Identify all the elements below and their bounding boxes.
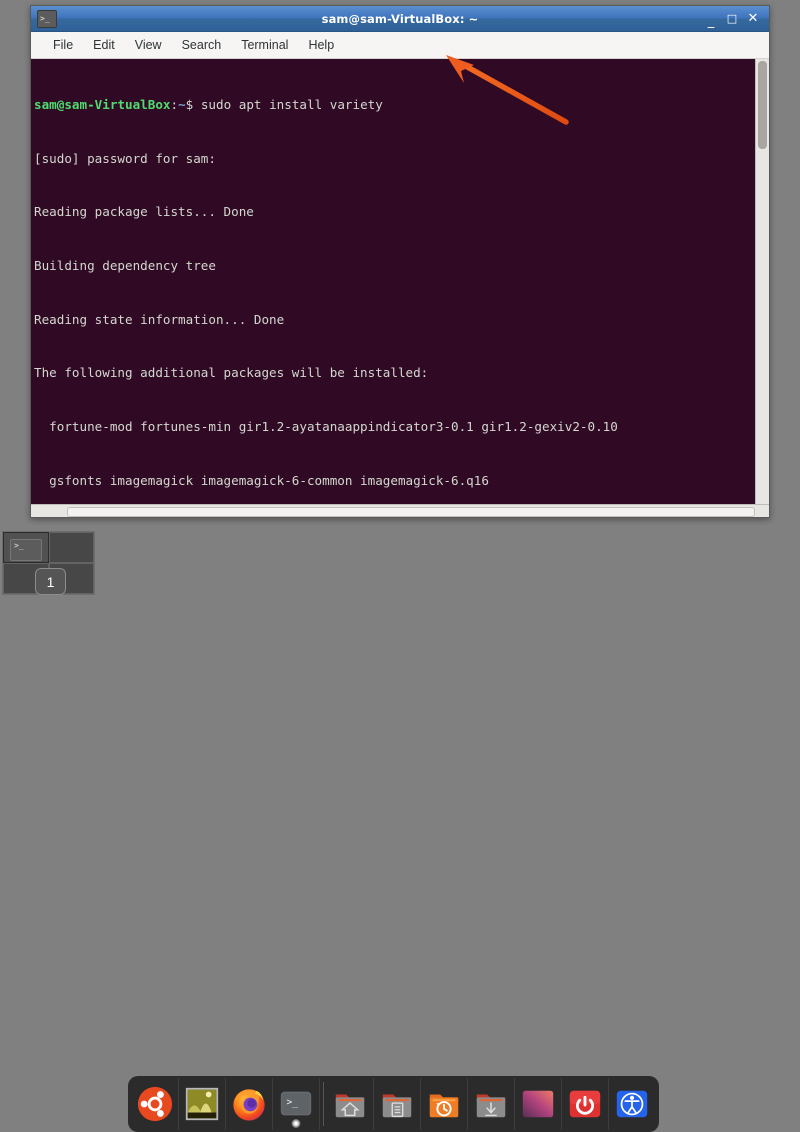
dock-item-power[interactable]: [562, 1078, 609, 1130]
image-thumbnail-icon: [185, 1087, 219, 1121]
terminal-command: sudo apt install variety: [193, 96, 383, 112]
workspace-number-badge: 1: [35, 568, 66, 595]
menu-item-view[interactable]: View: [125, 36, 172, 54]
accessibility-icon: [616, 1090, 648, 1118]
terminal-line: Reading package lists... Done: [34, 204, 254, 220]
menu-bar: File Edit View Search Terminal Help: [31, 32, 769, 59]
terminal-horizontal-scrollbar[interactable]: [31, 504, 769, 517]
power-icon: [569, 1090, 601, 1118]
terminal-line: Building dependency tree: [34, 257, 216, 273]
svg-text:>_: >_: [287, 1097, 299, 1108]
terminal-line: gsfonts imagemagick imagemagick-6-common…: [34, 472, 489, 488]
dock-item-terminal[interactable]: >_: [273, 1078, 320, 1130]
workspace-window-preview-terminal-icon: [10, 539, 42, 561]
prompt-user-host: sam@sam-VirtualBox: [34, 96, 171, 112]
prompt-path: ~: [178, 96, 186, 112]
workspace-2[interactable]: [48, 532, 94, 563]
terminal-vertical-scrollbar[interactable]: [755, 59, 769, 504]
scrollbar-thumb-horizontal[interactable]: [67, 507, 755, 517]
prompt-separator: :: [170, 96, 179, 112]
maximize-button[interactable]: □: [726, 12, 738, 25]
firefox-icon: [233, 1089, 265, 1121]
dock-separator: [323, 1082, 324, 1126]
menu-item-edit[interactable]: Edit: [83, 36, 125, 54]
terminal-output[interactable]: sam@sam-VirtualBox:~$ sudo apt install v…: [31, 59, 755, 504]
dock-item-home-folder[interactable]: [327, 1078, 374, 1130]
documents-folder-icon: [382, 1094, 412, 1118]
dock-item-gradient-app[interactable]: [515, 1078, 562, 1130]
downloads-folder-icon: [476, 1094, 506, 1118]
menu-item-terminal[interactable]: Terminal: [231, 36, 298, 54]
dock-item-accessibility[interactable]: [609, 1078, 655, 1130]
window-controls: _ □ ✕: [705, 12, 765, 28]
running-indicator: [291, 1119, 301, 1128]
gradient-app-icon: [522, 1090, 554, 1118]
application-dock: >_: [128, 1076, 659, 1132]
terminal-line: The following additional packages will b…: [34, 365, 429, 381]
close-button[interactable]: ✕: [747, 12, 759, 25]
dock-item-recent-folder[interactable]: [421, 1078, 468, 1130]
scrollbar-thumb[interactable]: [758, 61, 767, 149]
ubuntu-logo-icon: [137, 1086, 173, 1122]
terminal-icon: [37, 9, 57, 28]
dock-item-downloads-folder[interactable]: [468, 1078, 515, 1130]
menu-item-search[interactable]: Search: [172, 36, 232, 54]
terminal-line: Reading state information... Done: [34, 311, 285, 327]
window-titlebar[interactable]: sam@sam-VirtualBox: ~ _ □ ✕: [31, 6, 769, 32]
dock-item-show-applications[interactable]: [132, 1078, 179, 1130]
window-title: sam@sam-VirtualBox: ~: [321, 11, 479, 26]
home-folder-icon: [335, 1094, 365, 1118]
terminal-line: fortune-mod fortunes-min gir1.2-ayatanaa…: [34, 419, 618, 435]
terminal-prompt-line: sam@sam-VirtualBox:~$ sudo apt install v…: [34, 96, 755, 114]
terminal-icon: >_: [280, 1091, 312, 1116]
recent-folder-icon: [429, 1094, 459, 1118]
desktop-background: sam@sam-VirtualBox: ~ _ □ ✕ File Edit Vi…: [0, 0, 800, 1132]
terminal-line: [sudo] password for sam:: [34, 150, 216, 166]
workspace-1[interactable]: [3, 532, 49, 563]
workspace-pager[interactable]: 1: [2, 531, 95, 595]
dock-item-firefox[interactable]: [226, 1078, 273, 1130]
terminal-content-area[interactable]: sam@sam-VirtualBox:~$ sudo apt install v…: [31, 59, 769, 504]
minimize-button[interactable]: _: [705, 15, 717, 28]
dock-item-variety-wallpaper[interactable]: [179, 1078, 226, 1130]
dock-item-documents-folder[interactable]: [374, 1078, 421, 1130]
menu-item-help[interactable]: Help: [298, 36, 344, 54]
terminal-window: sam@sam-VirtualBox: ~ _ □ ✕ File Edit Vi…: [30, 5, 770, 518]
menu-item-file[interactable]: File: [43, 36, 83, 54]
bottom-panel: 1: [0, 525, 800, 1132]
